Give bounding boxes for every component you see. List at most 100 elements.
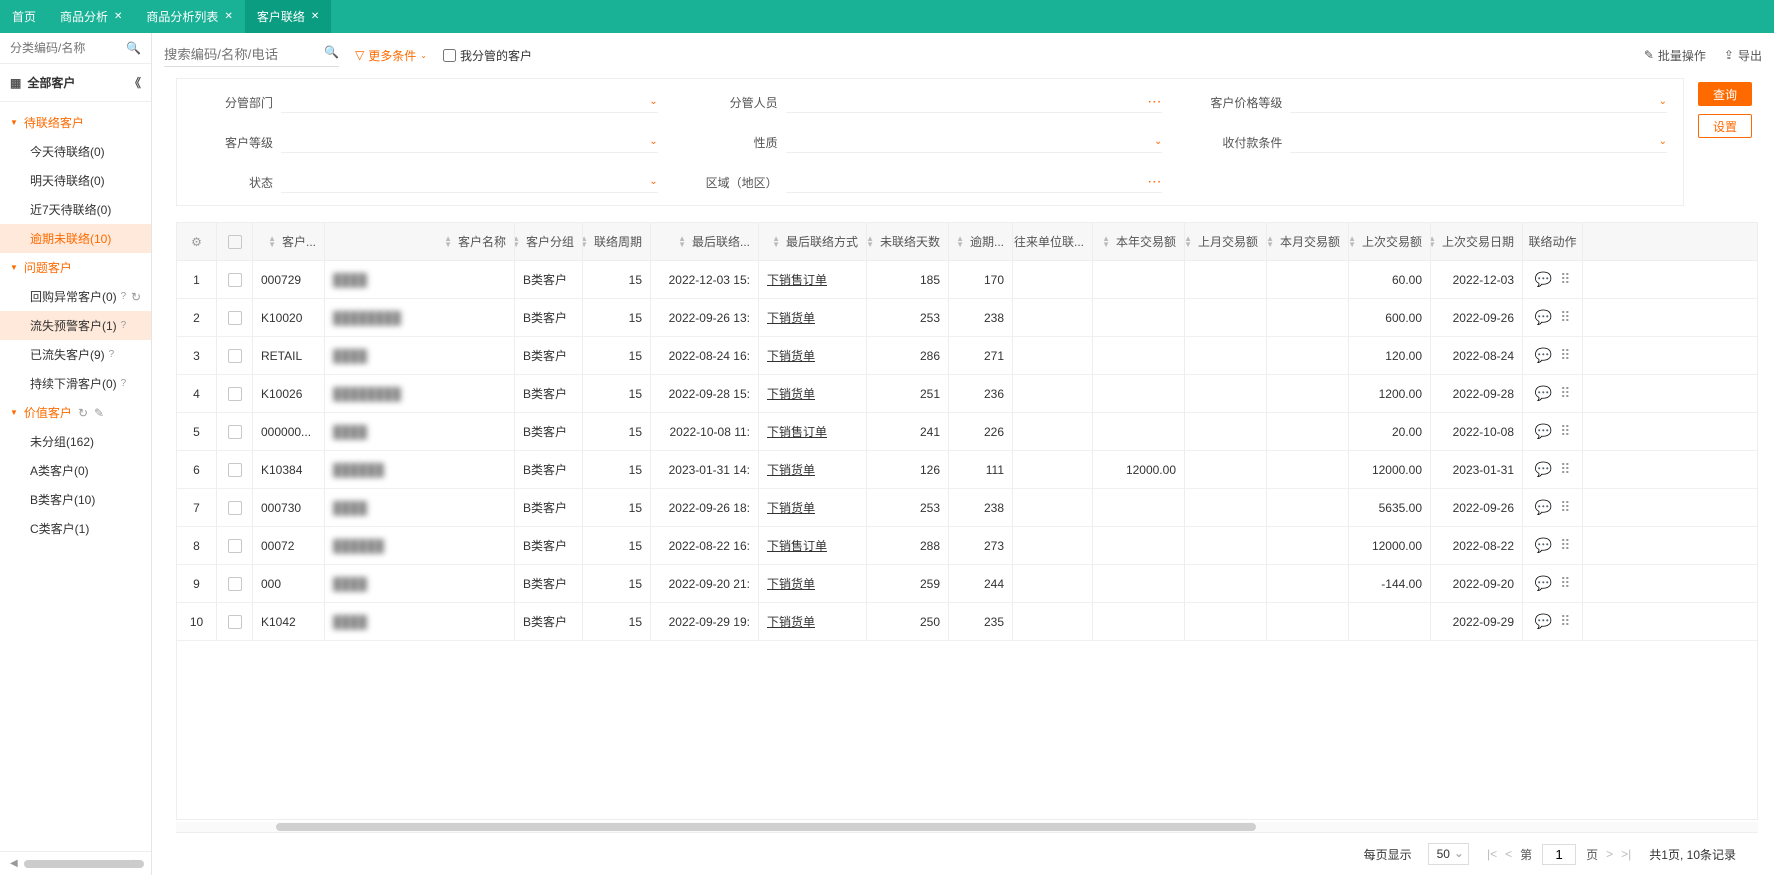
query-button[interactable]: 查询	[1698, 82, 1752, 106]
more-icon[interactable]: ⠿	[1560, 423, 1570, 440]
column-header-action[interactable]: 联络动作	[1523, 223, 1583, 260]
cell-lastway[interactable]: 下销售订单	[759, 261, 867, 298]
help-icon[interactable]: ?	[121, 378, 127, 389]
help-icon[interactable]: ?	[121, 320, 127, 331]
row-checkbox[interactable]	[217, 261, 253, 298]
chevron-down-icon[interactable]: ⌄	[1659, 136, 1667, 147]
filter-input[interactable]: ⌄	[281, 91, 658, 113]
chat-icon[interactable]: 💬	[1535, 347, 1552, 364]
sidebar-search-input[interactable]	[10, 41, 141, 55]
sort-icon[interactable]: ▲▼	[1185, 236, 1192, 248]
cell-lastway[interactable]: 下销货单	[759, 565, 867, 602]
column-header-lasttime[interactable]: ▲▼最后联络...	[651, 223, 759, 260]
chat-icon[interactable]: 💬	[1535, 423, 1552, 440]
filter-input[interactable]: ⌄	[281, 131, 658, 153]
chat-icon[interactable]: 💬	[1535, 613, 1552, 630]
cell-lastway[interactable]: 下销货单	[759, 299, 867, 336]
filter-input[interactable]: ⌄	[786, 131, 1163, 153]
more-icon[interactable]: ⠿	[1560, 575, 1570, 592]
tree-item[interactable]: B类客户(10)	[0, 485, 151, 514]
tree-item[interactable]: 未分组(162)	[0, 427, 151, 456]
sidebar-scrollbar[interactable]	[24, 860, 128, 868]
chat-icon[interactable]: 💬	[1535, 385, 1552, 402]
tree-item[interactable]: A类客户(0)	[0, 456, 151, 485]
sort-icon[interactable]: ▲▼	[867, 236, 874, 248]
column-header-year[interactable]: ▲▼本年交易额	[1093, 223, 1185, 260]
table-row[interactable]: 3RETAIL████B类客户152022-08-24 16:下销货单28627…	[177, 337, 1757, 375]
sort-icon[interactable]: ▲▼	[515, 236, 520, 248]
column-header-lastdate[interactable]: ▲▼上次交易日期	[1431, 223, 1523, 260]
column-header-group[interactable]: ▲▼客户分组	[515, 223, 583, 260]
column-header-code[interactable]: ▲▼客户...	[253, 223, 325, 260]
edit-icon[interactable]: ✎	[94, 406, 104, 420]
sort-icon[interactable]: ▲▼	[956, 236, 964, 248]
table-row[interactable]: 2K10020████████B类客户152022-09-26 13:下销货单2…	[177, 299, 1757, 337]
last-page-icon[interactable]: >|	[1619, 847, 1633, 861]
sort-icon[interactable]: ▲▼	[772, 236, 780, 248]
prev-page-icon[interactable]: <	[1503, 847, 1514, 861]
tree-group[interactable]: ▼问题客户	[0, 253, 151, 282]
sort-icon[interactable]: ▲▼	[1102, 236, 1110, 248]
tree-item[interactable]: 流失预警客户(1)?	[0, 311, 151, 340]
search-icon[interactable]: 🔍	[324, 45, 339, 59]
chat-icon[interactable]: 💬	[1535, 271, 1552, 288]
more-icon[interactable]: ⠿	[1560, 499, 1570, 516]
column-header-name[interactable]: ▲▼客户名称	[325, 223, 515, 260]
filter-区域（地区）[interactable]: 区域（地区）⋯	[698, 171, 1163, 193]
column-header-daysno[interactable]: ▲▼未联络天数	[867, 223, 949, 260]
tab-商品分析[interactable]: 商品分析✕	[48, 0, 134, 33]
chevron-down-icon[interactable]: ⌄	[649, 176, 657, 187]
row-checkbox[interactable]	[217, 299, 253, 336]
close-icon[interactable]: ✕	[224, 11, 232, 22]
filter-input[interactable]: ⋯	[786, 91, 1163, 113]
filter-性质[interactable]: 性质⌄	[698, 131, 1163, 153]
filter-input[interactable]: ⌄	[1290, 131, 1667, 153]
row-checkbox[interactable]	[217, 527, 253, 564]
checkbox-all[interactable]	[228, 235, 242, 249]
chevron-down-icon[interactable]: ⌄	[649, 96, 657, 107]
close-icon[interactable]: ✕	[311, 11, 319, 22]
refresh-icon[interactable]: ↻	[78, 406, 88, 420]
column-header-lastway[interactable]: ▲▼最后联络方式	[759, 223, 867, 260]
sort-icon[interactable]: ▲▼	[1431, 236, 1436, 248]
row-checkbox[interactable]	[217, 603, 253, 640]
scroll-left-icon[interactable]: ◀	[10, 858, 18, 869]
filter-input[interactable]: ⌄	[281, 171, 658, 193]
collapse-sidebar-icon[interactable]: 《	[129, 74, 141, 91]
filter-input[interactable]: ⋯	[786, 171, 1163, 193]
table-row[interactable]: 5000000...████B类客户152022-10-08 11:下销售订单2…	[177, 413, 1757, 451]
tree-item[interactable]: 逾期未联络(10)	[0, 224, 151, 253]
more-icon[interactable]: ⠿	[1560, 385, 1570, 402]
filter-分管人员[interactable]: 分管人员⋯	[698, 91, 1163, 113]
settings-button[interactable]: 设置	[1698, 114, 1752, 138]
cell-lastway[interactable]: 下销货单	[759, 603, 867, 640]
cell-lastway[interactable]: 下销货单	[759, 375, 867, 412]
cell-lastway[interactable]: 下销货单	[759, 451, 867, 488]
tree-group[interactable]: ▼待联络客户	[0, 108, 151, 137]
page-input[interactable]	[1542, 844, 1576, 865]
tree-item[interactable]: C类客户(1)	[0, 514, 151, 543]
filter-input[interactable]: ⌄	[1290, 91, 1667, 113]
chevron-down-icon[interactable]: ⌄	[1154, 136, 1162, 147]
chevron-down-icon[interactable]: ⌄	[1659, 96, 1667, 107]
close-icon[interactable]: ✕	[114, 11, 122, 22]
next-page-icon[interactable]: >	[1604, 847, 1615, 861]
table-row[interactable]: 9000████B类客户152022-09-20 21:下销货单259244-1…	[177, 565, 1757, 603]
sort-icon[interactable]: ▲▼	[268, 236, 276, 248]
row-checkbox[interactable]	[217, 451, 253, 488]
cell-lastway[interactable]: 下销售订单	[759, 413, 867, 450]
table-row[interactable]: 10K1042████B类客户152022-09-29 19:下销货单25023…	[177, 603, 1757, 641]
table-row[interactable]: 1000729████B类客户152022-12-03 15:下销售订单1851…	[177, 261, 1757, 299]
sort-icon[interactable]: ▲▼	[1349, 236, 1356, 248]
tree-item[interactable]: 已流失客户(9)?	[0, 340, 151, 369]
cell-lastway[interactable]: 下销货单	[759, 489, 867, 526]
column-header-gear[interactable]: ⚙	[177, 223, 217, 260]
tree-item[interactable]: 近7天待联络(0)	[0, 195, 151, 224]
tree-item[interactable]: 持续下滑客户(0)?	[0, 369, 151, 398]
row-checkbox[interactable]	[217, 489, 253, 526]
main-search-input[interactable]	[164, 43, 339, 66]
filter-客户等级[interactable]: 客户等级⌄	[193, 131, 658, 153]
more-icon[interactable]: ⠿	[1560, 309, 1570, 326]
checkbox-input[interactable]	[443, 49, 456, 62]
chat-icon[interactable]: 💬	[1535, 537, 1552, 554]
